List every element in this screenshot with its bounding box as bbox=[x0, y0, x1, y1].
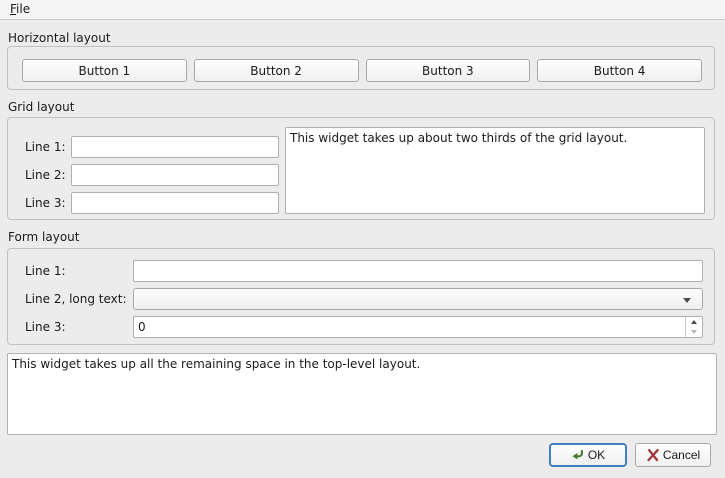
button-3[interactable]: Button 3 bbox=[365, 59, 531, 82]
groupbox-grid-layout: Line 1: Line 2: Line 3: This widget take… bbox=[7, 117, 715, 220]
dropdown-arrow-icon bbox=[683, 298, 691, 303]
button-1[interactable]: Button 1 bbox=[22, 59, 187, 82]
spin-up-arrow-icon bbox=[691, 320, 697, 324]
groupbox-title-form-layout: Form layout bbox=[8, 230, 80, 244]
grid-line1-label: Line 1: bbox=[25, 140, 66, 154]
form-row-2: Line 2, long text: bbox=[25, 288, 703, 310]
horizontal-button-row: Button 1 Button 2 Button 3 Button 4 bbox=[22, 59, 702, 82]
grid-row-3: Line 3: bbox=[25, 192, 279, 214]
spinbox-input[interactable] bbox=[134, 317, 690, 337]
button-2[interactable]: Button 2 bbox=[193, 59, 359, 82]
ok-enter-arrow-icon bbox=[572, 450, 583, 460]
grid-row-2: Line 2: bbox=[25, 164, 279, 186]
menu-bar: File bbox=[0, 0, 725, 20]
ok-button-label: OK bbox=[587, 448, 606, 462]
form-row-1: Line 1: bbox=[25, 260, 703, 282]
cancel-button[interactable]: Cancel bbox=[635, 443, 711, 467]
form-line1-label: Line 1: bbox=[25, 264, 66, 278]
groupbox-title-horizontal-layout: Horizontal layout bbox=[8, 31, 111, 45]
grid-line2-label: Line 2: bbox=[25, 168, 66, 182]
button-4[interactable]: Button 4 bbox=[537, 59, 702, 82]
groupbox-horizontal-layout: Button 1 Button 2 Button 3 Button 4 bbox=[7, 46, 715, 90]
form-line2-label: Line 2, long text: bbox=[25, 292, 127, 306]
basic-layouts-window: File Horizontal layout Button 1 Button 2… bbox=[0, 0, 725, 478]
spinbox-buttons bbox=[685, 317, 702, 337]
menu-file[interactable]: File bbox=[3, 0, 37, 19]
groupbox-form-layout: Line 1: Line 2, long text: Line 3: bbox=[7, 248, 715, 345]
form-line3-spinbox bbox=[133, 316, 703, 338]
spinbox-down-button[interactable] bbox=[686, 327, 702, 337]
grid-line3-input[interactable] bbox=[71, 192, 279, 214]
form-line3-label: Line 3: bbox=[25, 320, 66, 334]
spinbox-up-button[interactable] bbox=[686, 317, 702, 327]
form-row-3: Line 3: bbox=[25, 316, 703, 338]
form-line1-input[interactable] bbox=[133, 260, 703, 282]
cancel-button-label: Cancel bbox=[662, 448, 701, 462]
form-line2-combobox[interactable] bbox=[133, 288, 703, 310]
bottom-textedit[interactable]: This widget takes up all the remaining s… bbox=[7, 353, 717, 435]
groupbox-title-grid-layout: Grid layout bbox=[8, 100, 75, 114]
ok-button[interactable]: OK bbox=[549, 443, 627, 467]
cancel-x-icon bbox=[647, 449, 659, 462]
grid-row-1: Line 1: bbox=[25, 136, 279, 158]
grid-line1-input[interactable] bbox=[71, 136, 279, 158]
grid-line2-input[interactable] bbox=[71, 164, 279, 186]
spin-down-arrow-icon bbox=[691, 330, 697, 334]
grid-textedit[interactable]: This widget takes up about two thirds of… bbox=[285, 127, 705, 214]
grid-line3-label: Line 3: bbox=[25, 196, 66, 210]
